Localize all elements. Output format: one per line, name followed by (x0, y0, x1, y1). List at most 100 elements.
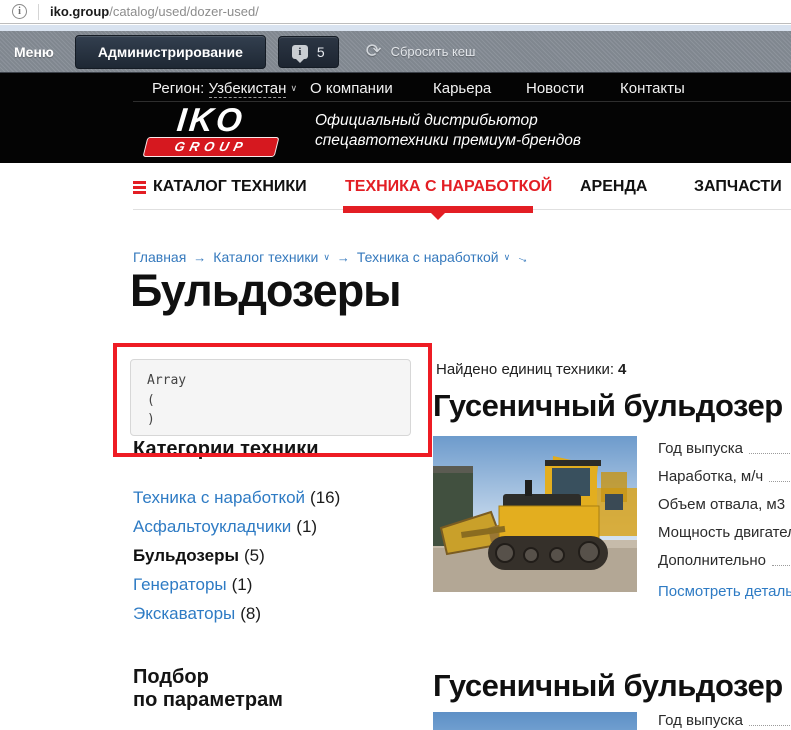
product-specs: Год выпуска Наработка, м/ч Объем отвала,… (658, 440, 791, 601)
category-link[interactable]: Генераторы (133, 575, 227, 594)
spec-label: Мощность двигателя (658, 524, 791, 541)
sidebar-item-generators[interactable]: Генераторы (1) (133, 576, 340, 593)
main-navigation: КАТАЛОГ ТЕХНИКИ ТЕХНИКА С НАРАБОТКОЙ АРЕ… (0, 163, 791, 220)
bulldozer-image (433, 712, 637, 730)
nav-item-parts[interactable]: ЗАПЧАСТИ (694, 178, 782, 196)
filter-by-params-title: Подбор по параметрам (133, 666, 283, 712)
spec-label: Объем отвала, м3 (658, 496, 786, 513)
category-count: (1) (296, 517, 318, 536)
breadcrumb-used[interactable]: Техника с наработкой (357, 249, 499, 265)
url-domain: iko.group (50, 4, 110, 19)
url-input[interactable]: iko.group/catalog/used/dozer-used/ (50, 4, 259, 19)
product-specs: Год выпуска (658, 712, 791, 730)
arrow-hook-icon: → (514, 247, 533, 267)
dotted-leader (749, 453, 791, 454)
page: i iko.group/catalog/used/dozer-used/ Мен… (0, 0, 791, 730)
category-count: (5) (244, 546, 265, 565)
tagline-line2: спецавтотехники премиум-брендов (315, 132, 581, 150)
refresh-icon: ⟳ (365, 41, 382, 62)
sidebar-item-excavators[interactable]: Экскаваторы (8) (133, 605, 340, 622)
active-tab-underline (343, 206, 533, 220)
url-path: /catalog/used/dozer-used/ (109, 4, 259, 19)
admin-toolbar: Меню Администрирование i 5 ⟳ Сбросить ке… (0, 31, 791, 73)
iko-group-logo[interactable]: IKO GROUP (142, 101, 280, 158)
debug-line: ( (147, 392, 155, 408)
breadcrumb: Главная → Каталог техники ∨ → Техника с … (133, 247, 533, 267)
chevron-down-icon: ∨ (290, 83, 298, 93)
bulldozer-image (433, 436, 637, 592)
categories-title: Категории техники (133, 438, 319, 460)
arrow-right-icon: → (193, 249, 207, 265)
dotted-leader (749, 725, 791, 726)
category-count: (8) (240, 604, 262, 623)
region-label: Регион: (152, 80, 209, 97)
category-link[interactable]: Асфальтоукладчики (133, 517, 291, 536)
product-title[interactable]: Гусеничный бульдозер Kom (433, 668, 791, 704)
breadcrumb-catalog[interactable]: Каталог техники (213, 249, 318, 265)
dotted-leader (769, 481, 791, 482)
page-info-icon[interactable]: i (12, 4, 27, 19)
categories-list: Техника с наработкой (16) Асфальтоукладчи… (133, 489, 340, 634)
debug-array-output: Array ( ) (130, 359, 411, 436)
spec-row: Мощность двигателя (658, 524, 791, 541)
results-count-label: Найдено единиц техники: (436, 361, 614, 378)
logo-text-iko: IKO (175, 101, 247, 138)
spec-row: Объем отвала, м3 (658, 496, 791, 513)
region-value: Узбекистан (208, 80, 287, 98)
browser-url-bar: i iko.group/catalog/used/dozer-used/ (0, 0, 791, 24)
spec-label: Год выпуска (658, 712, 743, 729)
view-details-link[interactable]: Посмотреть детальн (658, 583, 791, 600)
logo-text-group: GROUP (142, 137, 280, 158)
dotted-leader (771, 565, 791, 566)
product-photo[interactable] (433, 712, 637, 730)
header-link-career[interactable]: Карьера (433, 80, 491, 97)
debug-line: Array (147, 373, 187, 388)
tagline-line1: Официальный дистрибьютор (315, 112, 538, 129)
notifications-badge[interactable]: i 5 (277, 35, 339, 68)
sidebar-item-pavers[interactable]: Асфальтоукладчики (1) (133, 518, 340, 535)
filter-title-line2: по параметрам (133, 689, 283, 711)
category-link[interactable]: Техника с наработкой (133, 488, 305, 507)
header-link-contacts[interactable]: Контакты (620, 80, 685, 97)
arrow-right-icon: → (336, 249, 350, 265)
notification-count: 5 (316, 43, 325, 60)
spec-label: Дополнительно (658, 552, 766, 569)
breadcrumb-home[interactable]: Главная (133, 249, 186, 265)
spec-row: Год выпуска (658, 712, 791, 729)
debug-line: ) (147, 412, 155, 427)
spec-row: Наработка, м/ч (658, 468, 791, 485)
category-link[interactable]: Экскаваторы (133, 604, 235, 623)
clear-cache-label: Сбросить кеш (390, 44, 476, 59)
spec-label: Год выпуска (658, 440, 743, 457)
site-header: Регион: Узбекистан ∨ О компании Карьера Н… (0, 73, 791, 163)
url-separator (38, 3, 39, 20)
catalog-hamburger-icon[interactable] (133, 181, 146, 196)
product-title[interactable]: Гусеничный бульдозер Kom (433, 388, 791, 424)
header-tagline: Официальный дистрибьютор спецавтотехники… (315, 111, 581, 151)
results-count-line: Найдено единиц техники: 4 (436, 361, 626, 378)
nav-item-catalog[interactable]: КАТАЛОГ ТЕХНИКИ (153, 178, 307, 196)
administration-button[interactable]: Администрирование (74, 34, 266, 69)
filter-title-line1: Подбор (133, 666, 209, 688)
spec-row: Год выпуска (658, 440, 791, 457)
notification-bubble-icon: i (291, 44, 308, 63)
category-count: (1) (231, 575, 253, 594)
sidebar-item-used[interactable]: Техника с наработкой (16) (133, 489, 340, 506)
admin-menu-button[interactable]: Меню (14, 44, 54, 60)
header-link-about[interactable]: О компании (310, 80, 393, 97)
nav-item-rent[interactable]: АРЕНДА (580, 178, 647, 196)
results-count-value: 4 (618, 361, 627, 378)
category-count: (16) (310, 488, 341, 507)
spec-label: Наработка, м/ч (658, 468, 764, 485)
page-title: Бульдозеры (130, 265, 402, 316)
product-photo[interactable] (433, 436, 637, 592)
nav-item-used[interactable]: ТЕХНИКА С НАРАБОТКОЙ (345, 178, 552, 196)
sidebar-item-dozers[interactable]: Бульдозеры (5) (133, 547, 340, 564)
chevron-down-icon[interactable]: ∨ (504, 252, 511, 263)
header-link-news[interactable]: Новости (526, 80, 584, 97)
spec-row: Дополнительно (658, 552, 791, 569)
category-link: Бульдозеры (133, 546, 240, 565)
chevron-down-icon[interactable]: ∨ (323, 252, 330, 263)
clear-cache-button[interactable]: ⟳ Сбросить кеш (366, 42, 476, 61)
region-selector[interactable]: Регион: Узбекистан ∨ (152, 80, 298, 98)
